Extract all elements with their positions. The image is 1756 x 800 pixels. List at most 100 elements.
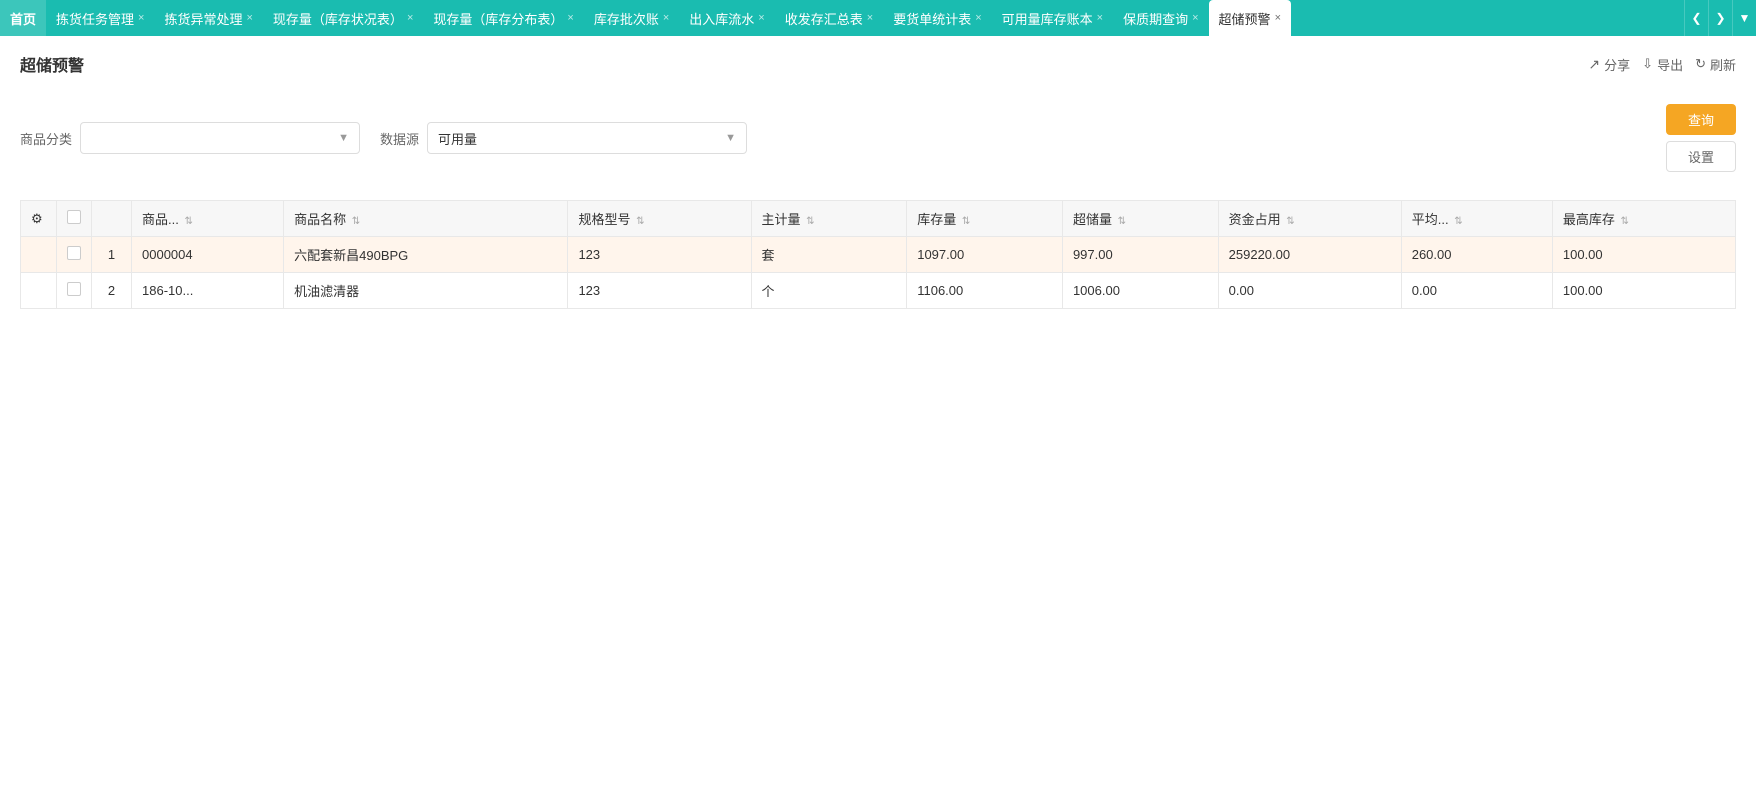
sort-icon-capital: ⇅ (1286, 216, 1294, 227)
main-content: 超储预警 ↗ 分享 ⇩ 导出 ↻ 刷新 商品分类 ▼ 数据源 (0, 36, 1756, 800)
th-capital[interactable]: 资金占用 ⇅ (1218, 201, 1401, 237)
datasource-label: 数据源 (380, 129, 419, 148)
close-tab-pick-abnormal[interactable]: × (246, 12, 252, 24)
close-tab-pick-task[interactable]: × (138, 12, 144, 24)
filter-bar: 商品分类 ▼ 数据源 可用量 ▼ 查询 设置 (20, 92, 1736, 184)
td-avg-1: 260.00 (1401, 237, 1552, 273)
category-dropdown-arrow: ▼ (338, 132, 349, 144)
nav-tab-quality[interactable]: 保质期查询 × (1113, 0, 1208, 36)
th-gear[interactable]: ⚙ (21, 201, 57, 237)
category-label: 商品分类 (20, 129, 72, 148)
nav-tab-inout[interactable]: 出入库流水 × (679, 0, 774, 36)
refresh-button[interactable]: ↻ 刷新 (1695, 55, 1736, 74)
th-product-code[interactable]: 商品... ⇅ (132, 201, 284, 237)
td-max-stock-2: 100.00 (1552, 273, 1735, 309)
table-header-row: ⚙ 商品... ⇅ 商品名称 ⇅ 规格型号 ⇅ (21, 201, 1736, 237)
td-product-code-2: 186-10... (132, 273, 284, 309)
td-product-name-2: 机油滤清器 (284, 273, 568, 309)
nav-home[interactable]: 首页 (0, 0, 46, 36)
nav-menu-arrow[interactable]: ▼ (1732, 0, 1756, 36)
sort-icon-avg: ⇅ (1454, 216, 1462, 227)
top-navigation: 首页 拣货任务管理 × 拣货异常处理 × 现存量（库存状况表） × 现存量（库存… (0, 0, 1756, 36)
nav-tab-stock-dist[interactable]: 现存量（库存分布表） × (423, 0, 583, 36)
nav-tab-pick-task[interactable]: 拣货任务管理 × (46, 0, 154, 36)
sort-icon-unit: ⇅ (806, 216, 814, 227)
td-unit-1: 套 (751, 237, 907, 273)
close-tab-available[interactable]: × (1097, 12, 1103, 24)
action-buttons: 查询 设置 (1666, 104, 1736, 172)
refresh-icon: ↻ (1695, 56, 1706, 72)
sort-icon-spec: ⇅ (636, 216, 644, 227)
close-tab-batch[interactable]: × (663, 12, 669, 24)
row-checkbox-2[interactable] (67, 282, 81, 296)
th-avg[interactable]: 平均... ⇅ (1401, 201, 1552, 237)
sort-icon-product-code: ⇅ (184, 216, 192, 227)
data-table: ⚙ 商品... ⇅ 商品名称 ⇅ 规格型号 ⇅ (20, 200, 1736, 309)
export-icon: ⇩ (1642, 56, 1653, 72)
close-tab-overstock[interactable]: × (1275, 12, 1281, 24)
close-tab-inout[interactable]: × (758, 12, 764, 24)
nav-tab-available[interactable]: 可用量库存账本 × (992, 0, 1113, 36)
table-row: 2 186-10... 机油滤清器 123 个 1106.00 1006.00 … (21, 273, 1736, 309)
td-overstock-1: 997.00 (1062, 237, 1218, 273)
th-stock[interactable]: 库存量 ⇅ (907, 201, 1063, 237)
td-gear-2 (21, 273, 57, 309)
sort-icon-stock: ⇅ (962, 216, 970, 227)
category-filter: 商品分类 ▼ (20, 122, 360, 154)
nav-tab-summary[interactable]: 收发存汇总表 × (775, 0, 883, 36)
sort-icon-product-name: ⇅ (352, 216, 360, 227)
td-gear-1 (21, 237, 57, 273)
th-spec[interactable]: 规格型号 ⇅ (568, 201, 751, 237)
gear-icon: ⚙ (31, 211, 43, 226)
nav-arrows-container: ❮ ❯ ▼ (1684, 0, 1756, 36)
th-check[interactable] (57, 201, 92, 237)
nav-prev-arrow[interactable]: ❮ (1684, 0, 1708, 36)
nav-next-arrow[interactable]: ❯ (1708, 0, 1732, 36)
th-max-stock[interactable]: 最高库存 ⇅ (1552, 201, 1735, 237)
close-tab-order-stats[interactable]: × (975, 12, 981, 24)
nav-tab-stock-status[interactable]: 现存量（库存状况表） × (263, 0, 423, 36)
datasource-filter: 数据源 可用量 ▼ (380, 122, 747, 154)
datasource-value: 可用量 (438, 129, 477, 148)
close-tab-stock-dist[interactable]: × (567, 12, 573, 24)
th-product-name[interactable]: 商品名称 ⇅ (284, 201, 568, 237)
row-checkbox-1[interactable] (67, 246, 81, 260)
share-button[interactable]: ↗ 分享 (1588, 55, 1630, 74)
td-overstock-2: 1006.00 (1062, 273, 1218, 309)
sort-icon-overstock: ⇅ (1118, 216, 1126, 227)
td-avg-2: 0.00 (1401, 273, 1552, 309)
td-capital-1: 259220.00 (1218, 237, 1401, 273)
td-spec-2: 123 (568, 273, 751, 309)
header-actions: ↗ 分享 ⇩ 导出 ↻ 刷新 (1588, 55, 1736, 74)
td-check-1[interactable] (57, 237, 92, 273)
export-button[interactable]: ⇩ 导出 (1642, 55, 1683, 74)
th-overstock[interactable]: 超储量 ⇅ (1062, 201, 1218, 237)
page-title: 超储预警 (20, 52, 84, 76)
td-capital-2: 0.00 (1218, 273, 1401, 309)
th-unit[interactable]: 主计量 ⇅ (751, 201, 907, 237)
query-button[interactable]: 查询 (1666, 104, 1736, 135)
close-tab-stock-status[interactable]: × (407, 12, 413, 24)
share-icon: ↗ (1588, 56, 1600, 73)
close-tab-quality[interactable]: × (1192, 12, 1198, 24)
settings-button[interactable]: 设置 (1666, 141, 1736, 172)
nav-tab-overstock[interactable]: 超储预警 × (1209, 0, 1291, 36)
td-stock-1: 1097.00 (907, 237, 1063, 273)
nav-tab-order-stats[interactable]: 要货单统计表 × (883, 0, 991, 36)
nav-tab-batch[interactable]: 库存批次账 × (584, 0, 679, 36)
th-num (92, 201, 132, 237)
sort-icon-max-stock: ⇅ (1621, 216, 1629, 227)
table-row: 1 0000004 六配套新昌490BPG 123 套 1097.00 997.… (21, 237, 1736, 273)
td-check-2[interactable] (57, 273, 92, 309)
td-num-2: 2 (92, 273, 132, 309)
header-checkbox[interactable] (67, 210, 81, 224)
category-select[interactable]: ▼ (80, 122, 360, 154)
close-tab-summary[interactable]: × (867, 12, 873, 24)
td-product-name-1: 六配套新昌490BPG (284, 237, 568, 273)
datasource-dropdown-arrow: ▼ (725, 132, 736, 144)
page-header: 超储预警 ↗ 分享 ⇩ 导出 ↻ 刷新 (20, 52, 1736, 76)
nav-tab-pick-abnormal[interactable]: 拣货异常处理 × (154, 0, 262, 36)
td-num-1: 1 (92, 237, 132, 273)
td-unit-2: 个 (751, 273, 907, 309)
datasource-select[interactable]: 可用量 ▼ (427, 122, 747, 154)
